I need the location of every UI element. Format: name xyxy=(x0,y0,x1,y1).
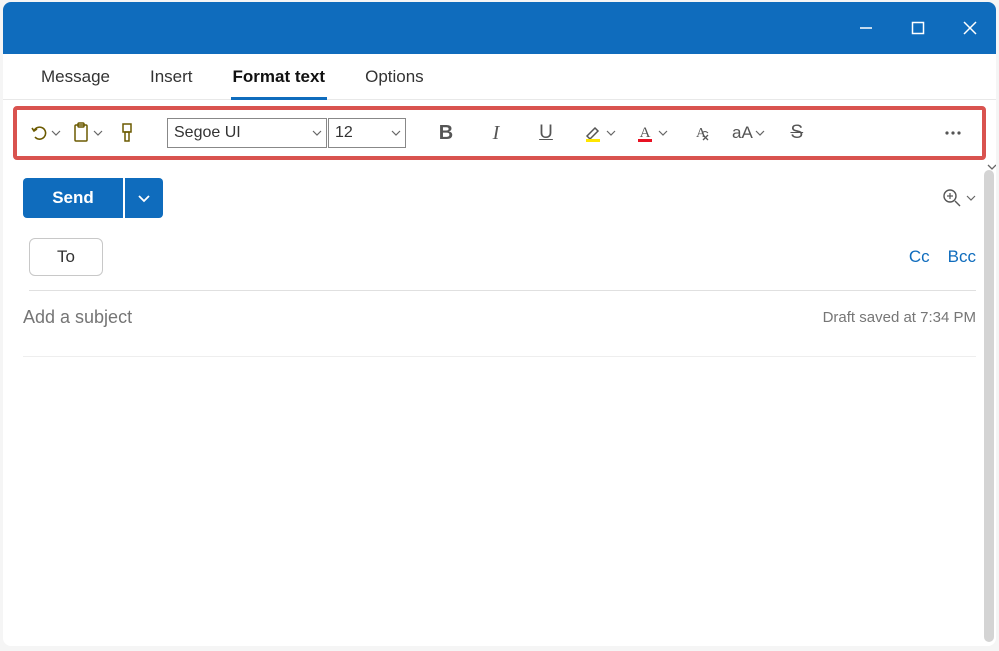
ribbon-container: Segoe UI 12 B I U xyxy=(3,100,996,166)
message-body[interactable] xyxy=(23,356,976,616)
font-size-value: 12 xyxy=(335,124,353,142)
paintbrush-icon xyxy=(118,122,136,144)
underline-button[interactable]: U xyxy=(528,115,564,151)
change-case-button[interactable]: aA xyxy=(728,115,769,151)
svg-text:A: A xyxy=(640,125,651,141)
clear-formatting-button[interactable]: A xyxy=(682,115,718,151)
chevron-down-icon xyxy=(966,193,976,203)
close-button[interactable] xyxy=(944,2,996,54)
maximize-button[interactable] xyxy=(892,2,944,54)
chevron-down-icon xyxy=(51,128,61,138)
font-name-select[interactable]: Segoe UI xyxy=(167,118,327,148)
compose-window: Message Insert Format text Options xyxy=(3,2,996,646)
minimize-button[interactable] xyxy=(840,2,892,54)
bold-button[interactable]: B xyxy=(428,115,464,151)
titlebar xyxy=(3,2,996,54)
tab-options[interactable]: Options xyxy=(345,54,444,100)
font-name-value: Segoe UI xyxy=(174,124,241,142)
maximize-icon xyxy=(911,21,925,35)
italic-icon: I xyxy=(493,122,500,145)
bcc-button[interactable]: Bcc xyxy=(948,247,976,267)
send-options-button[interactable] xyxy=(125,178,163,218)
undo-icon xyxy=(29,123,49,143)
to-button[interactable]: To xyxy=(29,238,103,276)
change-case-icon: aA xyxy=(732,123,753,143)
send-button[interactable]: Send xyxy=(23,178,123,218)
zoom-button[interactable] xyxy=(942,188,976,208)
svg-text:A: A xyxy=(696,126,707,141)
more-options-button[interactable] xyxy=(938,115,974,151)
send-row: Send xyxy=(23,178,976,218)
italic-button[interactable]: I xyxy=(478,115,514,151)
tab-format-text[interactable]: Format text xyxy=(213,54,346,100)
strikethrough-icon: S xyxy=(790,122,803,144)
paste-button[interactable] xyxy=(67,115,107,151)
chevron-down-icon xyxy=(755,128,765,138)
chevron-down-icon xyxy=(606,128,616,138)
bold-icon: B xyxy=(439,122,453,145)
highlight-icon xyxy=(582,122,604,144)
format-painter-button[interactable] xyxy=(109,115,145,151)
highlight-button[interactable] xyxy=(578,115,620,151)
chevron-down-icon xyxy=(312,128,322,138)
subject-input[interactable] xyxy=(23,307,255,328)
ellipsis-icon xyxy=(943,123,963,143)
draft-status: Draft saved at 7:34 PM xyxy=(823,309,976,326)
subject-row: Draft saved at 7:34 PM xyxy=(23,307,976,328)
font-color-icon: A xyxy=(634,122,656,144)
to-row: To Cc Bcc xyxy=(29,238,976,291)
chevron-down-icon xyxy=(137,191,151,205)
cc-button[interactable]: Cc xyxy=(909,247,930,267)
close-icon xyxy=(963,21,977,35)
tab-insert[interactable]: Insert xyxy=(130,54,213,100)
strikethrough-button[interactable]: S xyxy=(779,115,815,151)
to-input[interactable] xyxy=(115,248,909,266)
zoom-icon xyxy=(942,188,962,208)
chevron-down-icon xyxy=(391,128,401,138)
chevron-down-icon xyxy=(658,128,668,138)
minimize-icon xyxy=(859,21,873,35)
font-size-select[interactable]: 12 xyxy=(328,118,406,148)
undo-button[interactable] xyxy=(25,115,65,151)
clipboard-icon xyxy=(71,122,91,144)
format-ribbon: Segoe UI 12 B I U xyxy=(13,106,986,160)
font-color-button[interactable]: A xyxy=(630,115,672,151)
underline-icon: U xyxy=(539,122,553,144)
chevron-down-icon xyxy=(93,128,103,138)
vertical-scrollbar[interactable] xyxy=(984,170,994,642)
tab-strip: Message Insert Format text Options xyxy=(3,54,996,100)
compose-body: Send To Cc Bcc xyxy=(3,166,996,646)
tab-message[interactable]: Message xyxy=(21,54,130,100)
clear-formatting-icon: A xyxy=(688,122,712,144)
